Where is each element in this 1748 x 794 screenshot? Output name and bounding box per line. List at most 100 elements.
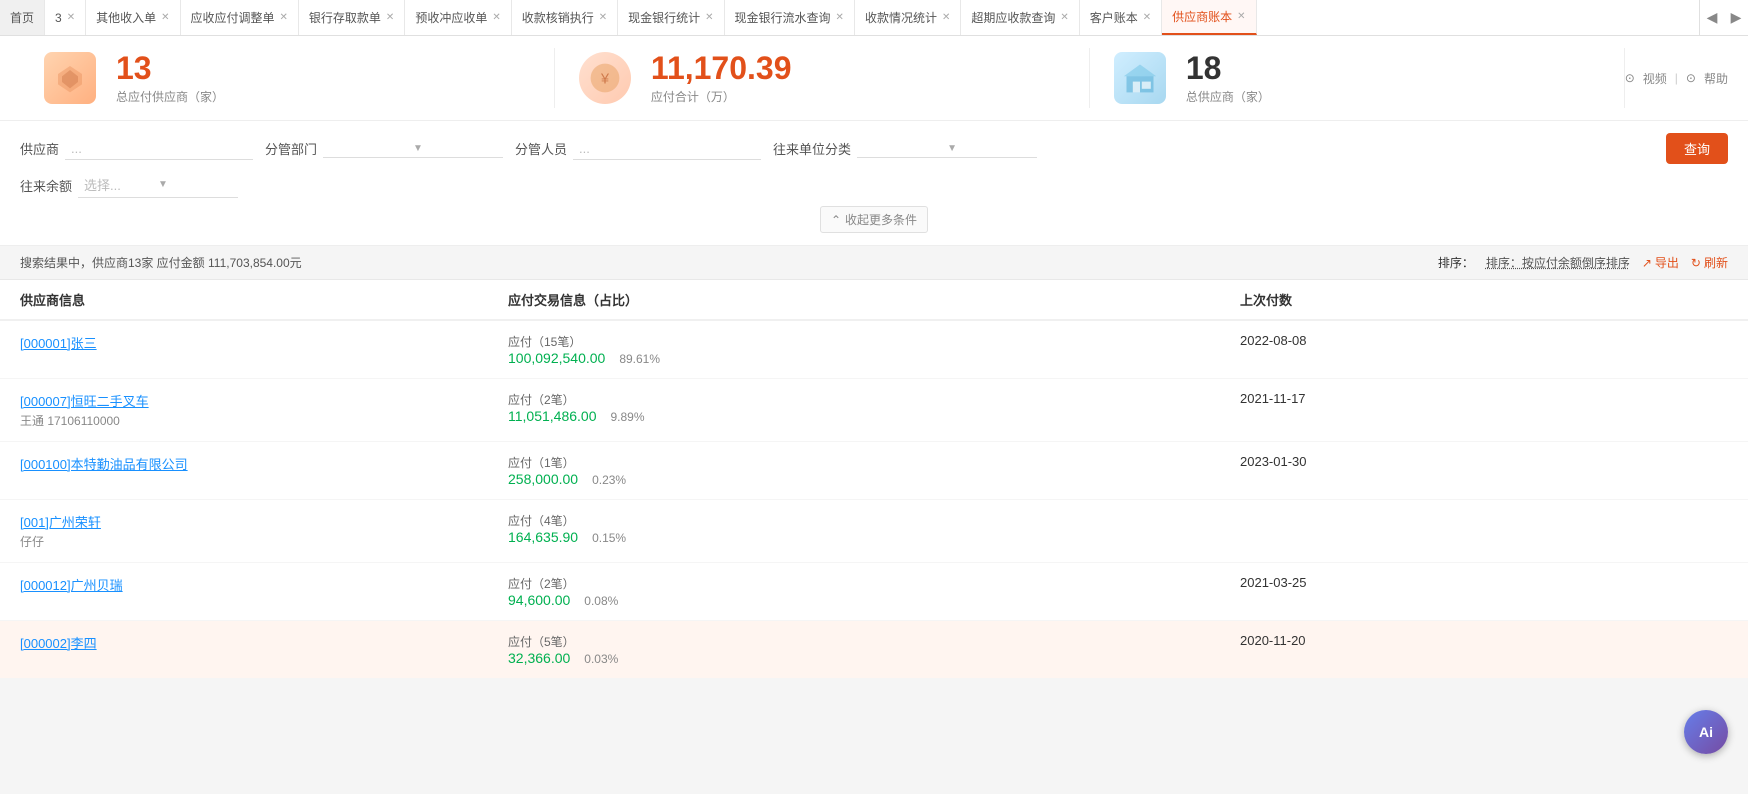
header-supplier: 供应商信息 (20, 290, 508, 309)
ai-floating-button[interactable]: Ai (1684, 710, 1728, 754)
nav-tab-ar-ap-adjust-label: 应收应付调整单 (191, 9, 275, 26)
nav-tab-cash-flow[interactable]: 现金银行流水查询 ✕ (725, 0, 855, 35)
trans-amount-row: 11,051,486.00 9.89% (508, 408, 1240, 424)
department-select[interactable]: ▼ (323, 140, 503, 158)
nav-arrow-right[interactable]: ▶ (1724, 0, 1748, 36)
close-icon[interactable]: ✕ (280, 12, 288, 23)
summary-icon-coin: ¥ (575, 48, 635, 108)
department-filter-label: 分管部门 (265, 139, 317, 158)
nav-tab-3[interactable]: 3 ✕ (45, 0, 86, 35)
supplier-info-col: [000001]张三 (20, 333, 508, 352)
refresh-icon: ↻ (1691, 256, 1701, 270)
sort-option[interactable]: 排序：按应付余额倒序排序 (1486, 254, 1630, 271)
trans-amount[interactable]: 11,051,486.00 (508, 408, 597, 424)
lastpay-col: 2020-11-20 (1240, 633, 1728, 648)
trans-percent: 0.03% (584, 652, 618, 666)
nav-arrow-left[interactable]: ◀ (1700, 0, 1724, 36)
trans-amount-row: 94,600.00 0.08% (508, 592, 1240, 608)
trans-amount[interactable]: 100,092,540.00 (508, 350, 605, 366)
nav-tab-ar-ap-adjust[interactable]: 应收应付调整单 ✕ (181, 0, 299, 35)
trans-amount[interactable]: 32,366.00 (508, 650, 570, 666)
close-icon[interactable]: ✕ (836, 12, 844, 23)
header-transaction: 应付交易信息（占比） (508, 290, 1240, 309)
close-icon[interactable]: ✕ (1060, 12, 1068, 23)
supplier-info-col: [000100]本特勤油品有限公司 (20, 454, 508, 473)
total-suppliers-label: 总供应商（家） (1186, 88, 1270, 105)
trans-amount-row: 100,092,540.00 89.61% (508, 350, 1240, 366)
nav-tab-3-label: 3 (55, 11, 62, 25)
filter-balance: 往来余额 选择... ▼ (20, 172, 238, 198)
supplier-link[interactable]: [001]广州荣轩 (20, 512, 508, 531)
transaction-info-col: 应付（2笔） 11,051,486.00 9.89% (508, 391, 1240, 424)
payable-total-label: 应付合计（万） (651, 88, 792, 105)
refresh-button[interactable]: ↻ 刷新 (1691, 254, 1728, 271)
nav-tab-home[interactable]: 首页 (0, 0, 45, 35)
trans-amount-row: 164,635.90 0.15% (508, 529, 1240, 545)
nav-tab-other-income[interactable]: 其他收入单 ✕ (86, 0, 180, 35)
transaction-info-col: 应付（15笔） 100,092,540.00 89.61% (508, 333, 1240, 366)
nav-tab-home-label: 首页 (10, 9, 34, 26)
trans-amount[interactable]: 94,600.00 (508, 592, 570, 608)
results-summary: 搜索结果中，供应商13家 应付金额 111,703,854.00元 (20, 254, 302, 271)
nav-tab-cash-stat[interactable]: 现金银行统计 ✕ (618, 0, 724, 35)
video-icon: ⊙ (1625, 71, 1635, 85)
close-icon[interactable]: ✕ (942, 12, 950, 23)
balance-select[interactable]: 选择... ▼ (78, 172, 238, 198)
svg-text:¥: ¥ (600, 71, 610, 87)
table-row: [000007]恒旺二手叉车 王通 17106110000 应付（2笔） 11,… (0, 379, 1748, 442)
filter-supplier: 供应商 (20, 138, 253, 160)
refresh-label: 刷新 (1704, 254, 1728, 271)
nav-tab-collection-stat[interactable]: 收款情况统计 ✕ (855, 0, 961, 35)
category-dropdown-arrow: ▼ (947, 143, 1031, 154)
ai-label: Ai (1699, 724, 1713, 740)
supplier-info-col: [000002]李四 (20, 633, 508, 652)
supplier-link[interactable]: [000007]恒旺二手叉车 (20, 391, 508, 410)
supplier-sub: 仔仔 (20, 533, 508, 550)
supplier-link[interactable]: [000002]李四 (20, 633, 508, 652)
video-link[interactable]: 视频 (1643, 70, 1667, 87)
supplier-link[interactable]: [000012]广州贝瑞 (20, 575, 508, 594)
nav-tab-bank-deposit[interactable]: 银行存取款单 ✕ (299, 0, 405, 35)
help-link[interactable]: 帮助 (1704, 70, 1728, 87)
payable-total-number: 11,170.39 (651, 52, 792, 84)
person-input[interactable] (573, 138, 761, 160)
payable-suppliers-label: 总应付供应商（家） (116, 88, 224, 105)
trans-amount[interactable]: 164,635.90 (508, 529, 578, 545)
collapse-button[interactable]: ⌃ 收起更多条件 (820, 206, 928, 233)
person-filter-label: 分管人员 (515, 139, 567, 158)
table-row: [000012]广州贝瑞 应付（2笔） 94,600.00 0.08% 2021… (0, 563, 1748, 621)
supplier-link[interactable]: [000100]本特勤油品有限公司 (20, 454, 508, 473)
filter-row-2: 往来余额 选择... ▼ (20, 172, 1728, 198)
nav-tab-supplier-ledger[interactable]: 供应商账本 ✕ (1162, 0, 1256, 35)
filter-area: 供应商 分管部门 ▼ 分管人员 往来单位分类 ▼ 查询 往来余额 选择 (0, 121, 1748, 246)
summary-card-total-suppliers: 18 总供应商（家） (1090, 48, 1625, 108)
summary-card-payable-suppliers: 13 总应付供应商（家） (20, 48, 555, 108)
supplier-link[interactable]: [000001]张三 (20, 333, 508, 352)
trans-type: 应付（2笔） (508, 575, 1240, 592)
close-icon[interactable]: ✕ (67, 12, 75, 23)
nav-tab-advance-offset[interactable]: 预收冲应收单 ✕ (405, 0, 511, 35)
trans-amount[interactable]: 258,000.00 (508, 471, 578, 487)
close-icon[interactable]: ✕ (386, 12, 394, 23)
close-icon[interactable]: ✕ (599, 12, 607, 23)
nav-tab-cash-flow-label: 现金银行流水查询 (735, 9, 831, 26)
supplier-input[interactable] (65, 138, 253, 160)
transaction-info-col: 应付（2笔） 94,600.00 0.08% (508, 575, 1240, 608)
query-button[interactable]: 查询 (1666, 133, 1728, 164)
category-select[interactable]: ▼ (857, 140, 1037, 158)
close-icon[interactable]: ✕ (161, 12, 169, 23)
nav-tab-collection-exec[interactable]: 收款核销执行 ✕ (512, 0, 618, 35)
transaction-info-col: 应付（1笔） 258,000.00 0.23% (508, 454, 1240, 487)
supplier-filter-label: 供应商 (20, 139, 59, 158)
nav-tab-overdue-query[interactable]: 超期应收款查询 ✕ (961, 0, 1079, 35)
export-icon: ↗ (1642, 256, 1652, 270)
close-icon[interactable]: ✕ (492, 12, 500, 23)
nav-tab-bank-deposit-label: 银行存取款单 (309, 9, 381, 26)
export-button[interactable]: ↗ 导出 (1642, 254, 1679, 271)
close-icon[interactable]: ✕ (1237, 11, 1245, 22)
nav-tab-customer-ledger[interactable]: 客户账本 ✕ (1080, 0, 1162, 35)
close-icon[interactable]: ✕ (705, 12, 713, 23)
close-icon[interactable]: ✕ (1143, 12, 1151, 23)
collapse-label: 收起更多条件 (845, 211, 917, 228)
summary-total-suppliers-info: 18 总供应商（家） (1186, 52, 1270, 105)
